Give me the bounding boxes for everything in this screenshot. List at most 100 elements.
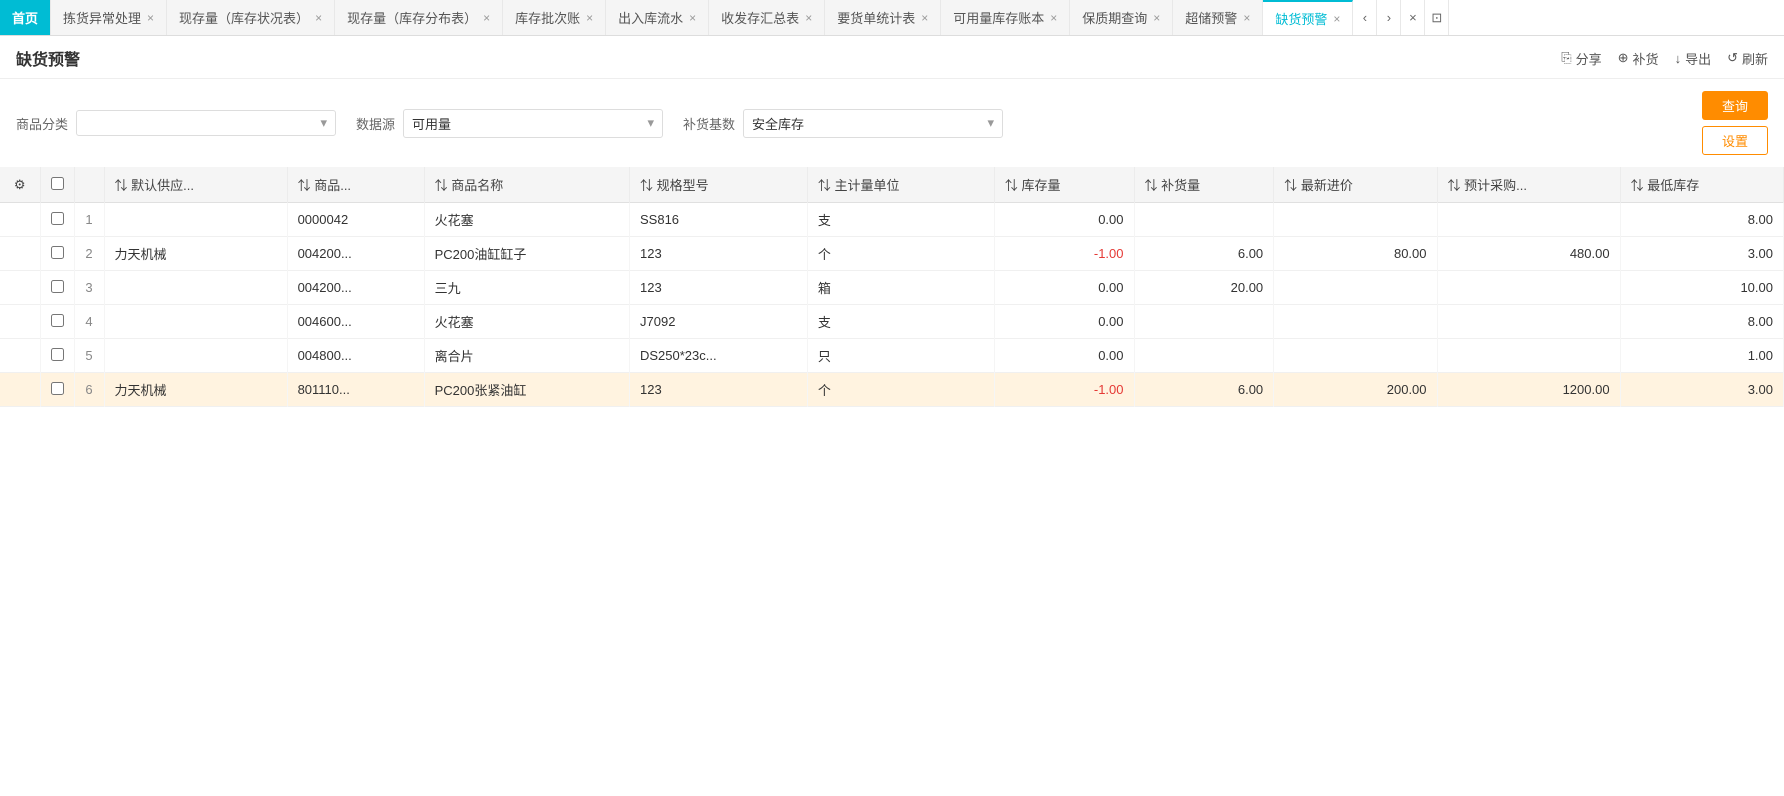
row-default-supplier: 力天机械 xyxy=(104,373,287,407)
filter-bar: 商品分类 ▾ 数据源 可用量 ▾ 补货基数 安全库存 ▾ 查询 设置 xyxy=(0,79,1784,167)
row-checkbox-cell[interactable] xyxy=(40,271,74,305)
category-filter-group: 商品分类 ▾ xyxy=(16,110,336,136)
row-spec: 123 xyxy=(630,373,808,407)
tab-prev-btn[interactable]: ‹ xyxy=(1353,0,1377,36)
row-checkbox[interactable] xyxy=(51,314,64,327)
data-source-filter-group: 数据源 可用量 ▾ xyxy=(356,109,663,138)
stock-label: 库存量 xyxy=(1022,178,1061,193)
close-icon[interactable]: × xyxy=(921,11,928,25)
replenish-qty-sort-icon: ⇅ xyxy=(1145,178,1158,193)
tab-inout-flow-label: 出入库流水 xyxy=(618,8,683,27)
close-icon[interactable]: × xyxy=(689,11,696,25)
row-product-name: 火花塞 xyxy=(424,203,629,237)
tab-expand-btn[interactable]: ⊡ xyxy=(1425,0,1449,36)
close-icon[interactable]: × xyxy=(1050,11,1057,25)
tab-next-btn[interactable]: › xyxy=(1377,0,1401,36)
row-checkbox[interactable] xyxy=(51,280,64,293)
default-supplier-column-header[interactable]: ⇅ 默认供应... xyxy=(104,167,287,203)
min-stock-column-header[interactable]: ⇅ 最低库存 xyxy=(1620,167,1783,203)
row-product-code: 004600... xyxy=(287,305,424,339)
tab-overstock-warning-label: 超储预警 xyxy=(1185,8,1237,27)
replenish-qty-column-header[interactable]: ⇅ 补货量 xyxy=(1134,167,1274,203)
tab-shortage-warning[interactable]: 缺货预警 × xyxy=(1263,0,1353,35)
row-replenish-qty xyxy=(1134,203,1274,237)
row-stock: 0.00 xyxy=(994,305,1134,339)
close-icon[interactable]: × xyxy=(805,11,812,25)
row-checkbox-cell[interactable] xyxy=(40,237,74,271)
row-spec: SS816 xyxy=(630,203,808,237)
close-icon[interactable]: × xyxy=(147,11,154,25)
row-checkbox[interactable] xyxy=(51,212,64,225)
estimated-purchase-label: 预计采购... xyxy=(1464,178,1527,193)
data-source-select[interactable]: 可用量 ▾ xyxy=(403,109,663,138)
estimated-purchase-column-header[interactable]: ⇅ 预计采购... xyxy=(1437,167,1620,203)
row-checkbox-cell[interactable] xyxy=(40,339,74,373)
row-checkbox-cell[interactable] xyxy=(40,305,74,339)
row-checkbox[interactable] xyxy=(51,348,64,361)
stock-sort-icon: ⇅ xyxy=(1005,178,1018,193)
tab-overstock-warning[interactable]: 超储预警 × xyxy=(1173,0,1263,35)
row-gear-cell xyxy=(0,339,40,373)
query-button[interactable]: 查询 xyxy=(1702,91,1768,120)
row-checkbox-cell[interactable] xyxy=(40,203,74,237)
close-icon[interactable]: × xyxy=(483,11,490,25)
tab-receive-summary[interactable]: 收发存汇总表 × xyxy=(709,0,825,35)
settings-button[interactable]: 设置 xyxy=(1702,126,1768,155)
latest-price-column-header[interactable]: ⇅ 最新进价 xyxy=(1274,167,1437,203)
tab-order-stats[interactable]: 要货单统计表 × xyxy=(825,0,941,35)
replenish-base-chevron-icon: ▾ xyxy=(988,115,995,131)
replenish-base-select[interactable]: 安全库存 ▾ xyxy=(743,109,1003,138)
row-number: 5 xyxy=(74,339,104,373)
export-label: 导出 xyxy=(1685,49,1711,68)
tab-expiry-query[interactable]: 保质期查询 × xyxy=(1070,0,1173,35)
tab-inout-flow[interactable]: 出入库流水 × xyxy=(606,0,709,35)
latest-price-label: 最新进价 xyxy=(1301,178,1353,193)
chevron-right-icon: › xyxy=(1387,10,1391,25)
data-source-label: 数据源 xyxy=(356,114,395,133)
share-button[interactable]: ⎘ 分享 xyxy=(1561,49,1601,68)
share-icon: ⎘ xyxy=(1561,50,1571,66)
tab-home[interactable]: 首页 xyxy=(0,0,51,35)
close-icon[interactable]: × xyxy=(1243,11,1250,25)
close-icon[interactable]: × xyxy=(315,11,322,25)
page-title: 缺货预警 xyxy=(16,46,80,70)
row-checkbox-cell[interactable] xyxy=(40,373,74,407)
row-replenish-qty: 6.00 xyxy=(1134,373,1274,407)
tab-abnormal[interactable]: 拣货异常处理 × xyxy=(51,0,167,35)
tab-batch-account[interactable]: 库存批次账 × xyxy=(503,0,606,35)
row-product-name: 离合片 xyxy=(424,339,629,373)
tab-order-stats-label: 要货单统计表 xyxy=(837,8,915,27)
tab-inventory-dist[interactable]: 现存量（库存分布表） × xyxy=(335,0,503,35)
table-row: 4 004600... 火花塞 J7092 支 0.00 8.00 xyxy=(0,305,1784,339)
close-icon[interactable]: × xyxy=(1153,11,1160,25)
row-checkbox[interactable] xyxy=(51,382,64,395)
unit-column-header[interactable]: ⇅ 主计量单位 xyxy=(807,167,994,203)
row-estimated-purchase xyxy=(1437,271,1620,305)
replenish-button[interactable]: ⊕ 补货 xyxy=(1618,49,1659,68)
row-default-supplier xyxy=(104,305,287,339)
refresh-button[interactable]: ↺ 刷新 xyxy=(1727,49,1768,68)
close-icon[interactable]: × xyxy=(586,11,593,25)
close-icon[interactable]: × xyxy=(1333,12,1340,26)
select-all-checkbox[interactable] xyxy=(51,177,64,190)
gear-column-header[interactable]: ⚙ xyxy=(0,167,40,203)
tab-batch-account-label: 库存批次账 xyxy=(515,8,580,27)
tab-close-all-btn[interactable]: × xyxy=(1401,0,1425,36)
category-select[interactable]: ▾ xyxy=(76,110,336,136)
spec-column-header[interactable]: ⇅ 规格型号 xyxy=(630,167,808,203)
row-product-name: 火花塞 xyxy=(424,305,629,339)
row-min-stock: 3.00 xyxy=(1620,373,1783,407)
row-unit: 箱 xyxy=(807,271,994,305)
category-label: 商品分类 xyxy=(16,114,68,133)
row-min-stock: 8.00 xyxy=(1620,203,1783,237)
tab-inventory-status[interactable]: 现存量（库存状况表） × xyxy=(167,0,335,35)
unit-label: 主计量单位 xyxy=(834,178,899,193)
row-checkbox[interactable] xyxy=(51,246,64,259)
row-min-stock: 8.00 xyxy=(1620,305,1783,339)
tab-available-ledger[interactable]: 可用量库存账本 × xyxy=(941,0,1070,35)
product-code-column-header[interactable]: ⇅ 商品... xyxy=(287,167,424,203)
stock-column-header[interactable]: ⇅ 库存量 xyxy=(994,167,1134,203)
export-button[interactable]: ↓ 导出 xyxy=(1675,49,1712,68)
product-name-column-header[interactable]: ⇅ 商品名称 xyxy=(424,167,629,203)
data-source-chevron-icon: ▾ xyxy=(648,115,655,131)
